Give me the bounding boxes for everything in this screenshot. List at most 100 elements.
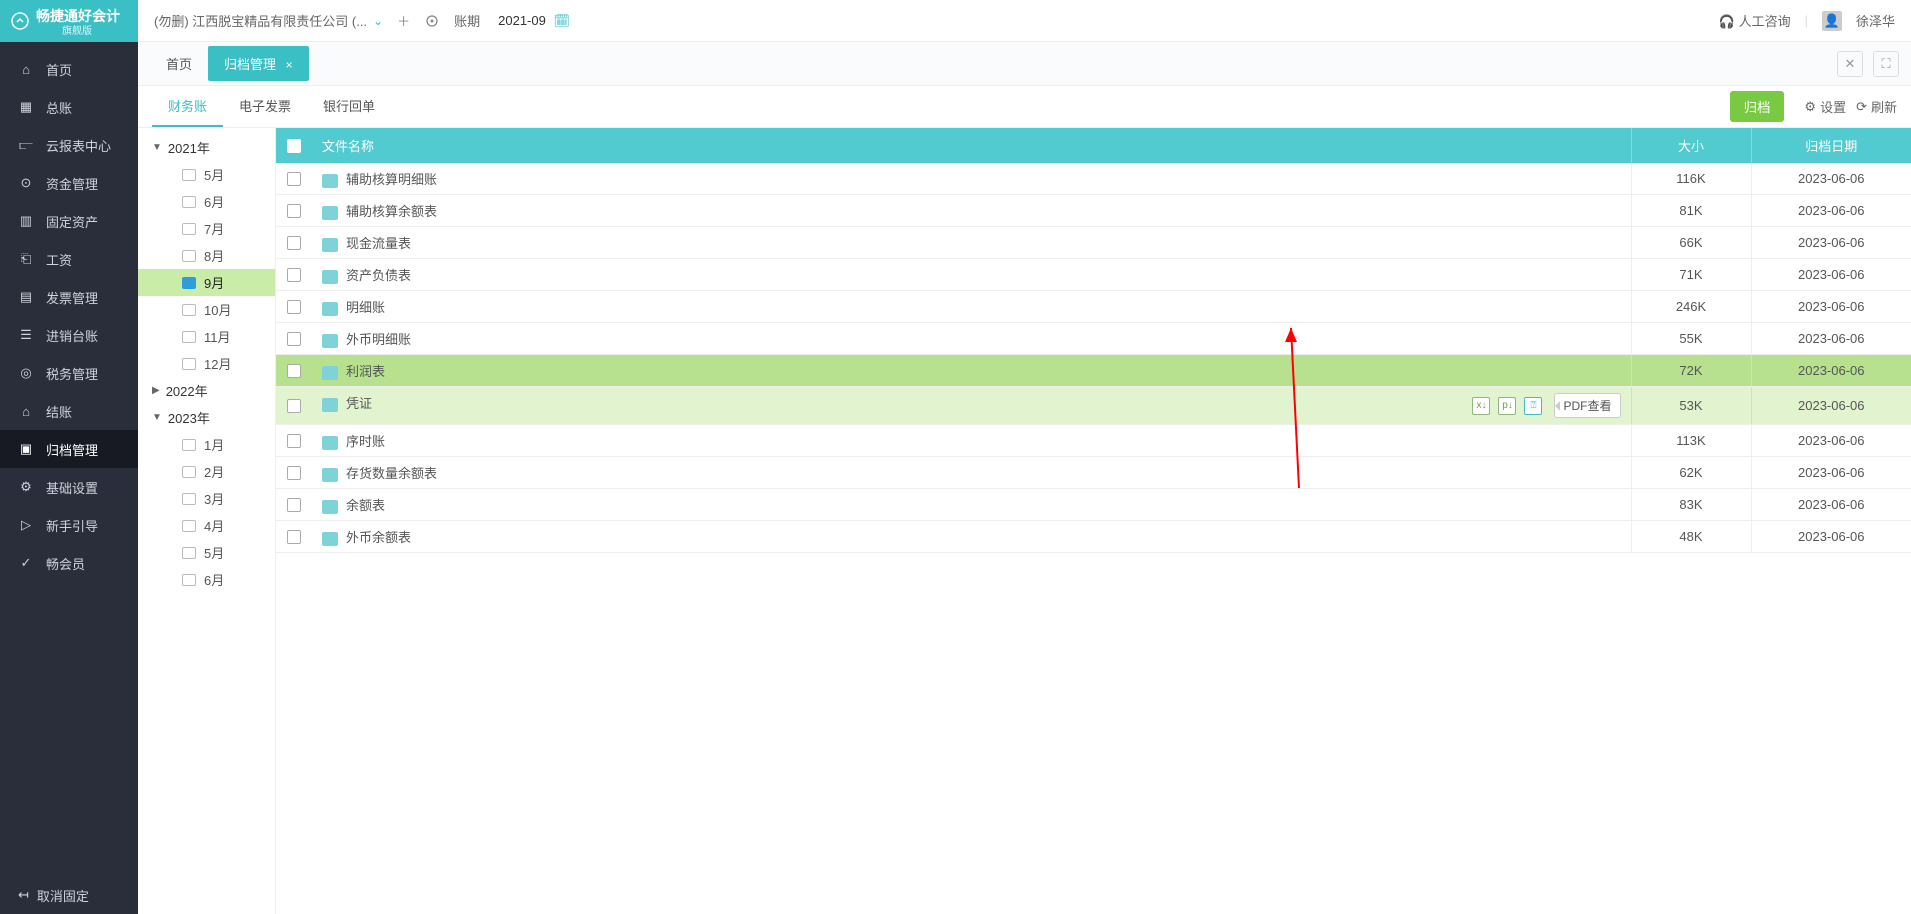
period-picker[interactable]: 2021-09 🗓 [494,13,570,29]
file-table: 文件名称 大小 归档日期 辅助核算明细账116K2023-06-06辅助核算余额… [276,128,1911,553]
archive-button[interactable]: 归档 [1730,91,1785,122]
tree-month-2023-03[interactable]: 3月 [138,485,275,512]
nav-icon: ▷ [18,517,34,533]
file-size: 55K [1631,323,1751,355]
row-checkbox[interactable] [287,172,301,186]
tree-month-2023-02[interactable]: 2月 [138,458,275,485]
row-checkbox[interactable] [287,498,301,512]
close-icon[interactable]: × [286,58,293,72]
file-name: 利润表 [346,364,385,379]
nav-item-5[interactable]: ⎗工资 [0,240,138,278]
add-company-button[interactable]: ＋ [397,11,410,30]
table-row[interactable]: 辅助核算余额表81K2023-06-06 [276,195,1911,227]
table-row[interactable]: 利润表72K2023-06-06 [276,355,1911,387]
row-checkbox[interactable] [287,364,301,378]
tree-month-2021-08[interactable]: 8月 [138,242,275,269]
nav-icon: ⌂ [18,403,34,419]
table-row[interactable]: 明细账246K2023-06-06 [276,291,1911,323]
tree-month-2023-01[interactable]: 1月 [138,431,275,458]
nav-label: 固定资产 [46,212,98,231]
company-selector[interactable]: (勿删) 江西脱宝精品有限责任公司 (... ⌄ [154,11,383,30]
nav-item-12[interactable]: ▷新手引导 [0,506,138,544]
nav-icon: ⚙ [18,479,34,495]
table-row[interactable]: 外币余额表48K2023-06-06 [276,521,1911,553]
file-size: 81K [1631,195,1751,227]
nav-icon: ⫍ [18,137,34,153]
fullscreen-button[interactable]: ⛶ [1873,51,1899,77]
table-row[interactable]: 资产负债表71K2023-06-06 [276,259,1911,291]
file-name: 辅助核算明细账 [346,172,437,187]
archive-date: 2023-06-06 [1751,355,1911,387]
nav-item-10[interactable]: ▣归档管理 [0,430,138,468]
download-excel-icon[interactable]: x↓ [1472,397,1490,415]
nav-item-9[interactable]: ⌂结账 [0,392,138,430]
row-checkbox[interactable] [287,268,301,282]
close-all-button[interactable]: ✕ [1837,51,1863,77]
row-checkbox[interactable] [287,236,301,250]
download-pdf-icon[interactable]: p↓ [1498,397,1516,415]
tree-month-2023-05[interactable]: 5月 [138,539,275,566]
tree-year-2023[interactable]: ▼2023年 [138,404,275,431]
tree-month-2021-10[interactable]: 10月 [138,296,275,323]
table-row[interactable]: 现金流量表66K2023-06-06 [276,227,1911,259]
pdf-view-icon[interactable]: ⍰ [1524,397,1542,415]
select-all-checkbox[interactable] [287,139,301,153]
nav-item-13[interactable]: ✓畅会员 [0,544,138,582]
support-button[interactable]: 🎧 人工咨询 [1719,11,1791,30]
tree-month-2021-07[interactable]: 7月 [138,215,275,242]
row-checkbox[interactable] [287,204,301,218]
subtab-finance[interactable]: 财务账 [152,86,223,127]
table-row[interactable]: 凭证x↓p↓⍰PDF查看53K2023-06-06 [276,387,1911,425]
row-checkbox[interactable] [287,530,301,544]
nav-item-2[interactable]: ⫍ 云报表中心 [0,126,138,164]
folder-icon [182,196,196,208]
row-checkbox[interactable] [287,300,301,314]
tab-archive[interactable]: 归档管理 × [208,46,309,81]
table-row[interactable]: 辅助核算明细账116K2023-06-06 [276,163,1911,195]
file-name: 外币余额表 [346,530,411,545]
table-row[interactable]: 外币明细账55K2023-06-06 [276,323,1911,355]
file-icon [322,436,338,450]
archive-date: 2023-06-06 [1751,387,1911,425]
company-settings-button[interactable] [424,13,440,29]
nav-item-6[interactable]: ▤发票管理 [0,278,138,316]
nav-item-0[interactable]: ⌂首页 [0,50,138,88]
nav-item-8[interactable]: ◎税务管理 [0,354,138,392]
tree-year-2022[interactable]: ▶2022年 [138,377,275,404]
brand-logo[interactable]: 畅捷通好会计 旗舰版 [0,0,138,42]
support-label: 人工咨询 [1739,14,1791,29]
tree-year-2021[interactable]: ▼2021年 [138,134,275,161]
tree-month-2021-12[interactable]: 12月 [138,350,275,377]
table-row[interactable]: 序时账113K2023-06-06 [276,425,1911,457]
nav-label: 云报表中心 [46,136,111,155]
nav-item-1[interactable]: ▦总账 [0,88,138,126]
unpin-button[interactable]: ↤ 取消固定 [0,876,138,914]
nav-icon: ⊙ [18,175,34,191]
unpin-icon: ↤ [18,887,29,903]
tree-month-2021-11[interactable]: 11月 [138,323,275,350]
row-checkbox[interactable] [287,434,301,448]
file-name: 资产负债表 [346,268,411,283]
settings-button[interactable]: ⚙ 设置 [1804,97,1846,116]
tree-month-2021-06[interactable]: 6月 [138,188,275,215]
tab-home-label: 首页 [166,57,192,72]
tab-home[interactable]: 首页 [150,46,208,81]
tree-month-2021-09[interactable]: 9月 [138,269,275,296]
nav-item-4[interactable]: ▥固定资产 [0,202,138,240]
tree-month-2021-05[interactable]: 5月 [138,161,275,188]
refresh-button[interactable]: ⟳ 刷新 [1856,97,1897,116]
subtab-einvoice[interactable]: 电子发票 [223,86,307,127]
tree-month-2023-04[interactable]: 4月 [138,512,275,539]
nav-item-3[interactable]: ⊙资金管理 [0,164,138,202]
table-row[interactable]: 余额表83K2023-06-06 [276,489,1911,521]
avatar[interactable]: 👤 [1822,11,1842,31]
tree-month-2023-06[interactable]: 6月 [138,566,275,593]
row-checkbox[interactable] [287,399,301,413]
subtab-bank[interactable]: 银行回单 [307,86,391,127]
nav-label: 首页 [46,60,72,79]
nav-item-11[interactable]: ⚙基础设置 [0,468,138,506]
nav-item-7[interactable]: ☰进销台账 [0,316,138,354]
row-checkbox[interactable] [287,332,301,346]
row-checkbox[interactable] [287,466,301,480]
table-row[interactable]: 存货数量余额表62K2023-06-06 [276,457,1911,489]
